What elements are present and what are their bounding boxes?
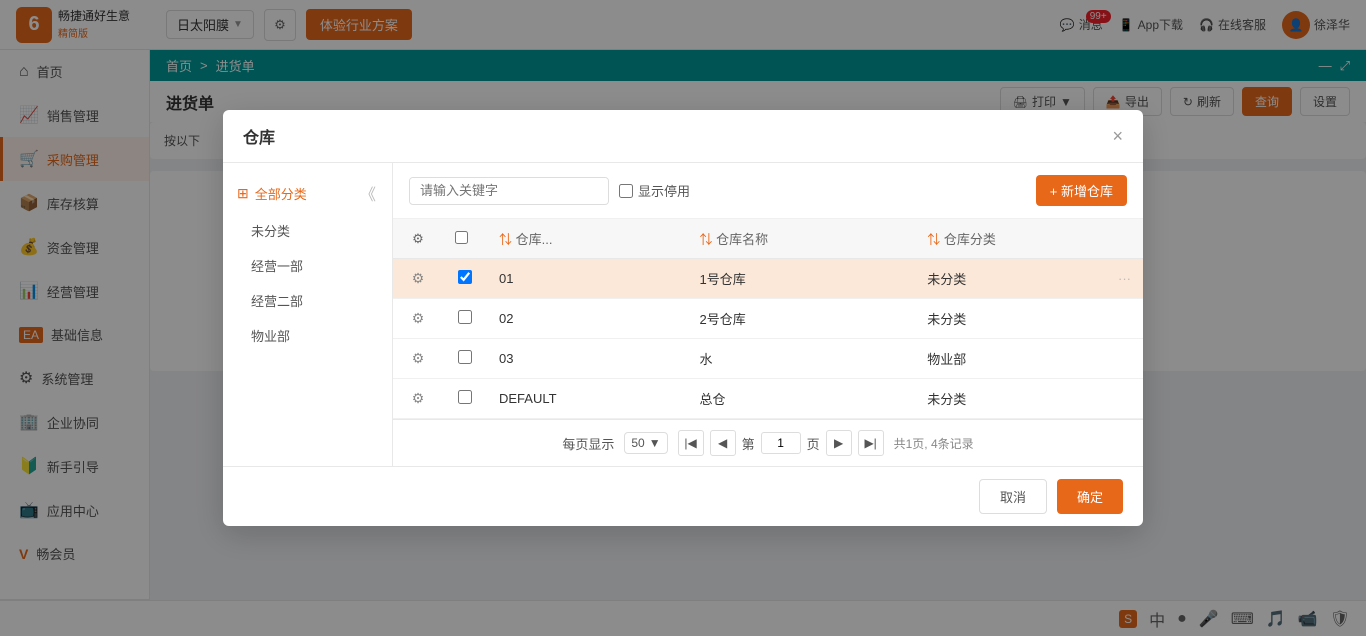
modal-title: 仓库: [243, 124, 275, 148]
row-checkbox[interactable]: [458, 350, 472, 364]
show-disabled-label: 显示停用: [638, 181, 690, 200]
modal-footer: 取消 确定: [223, 466, 1143, 526]
row-category: 未分类: [915, 379, 1143, 418]
row-category: 未分类···: [915, 259, 1143, 298]
category-all-label: 全部分类: [255, 184, 307, 203]
category-all-header[interactable]: ⊞ 全部分类 《: [223, 173, 392, 213]
table-row[interactable]: ⚙ 03 水 物业部: [393, 339, 1143, 379]
page-size-arrow: ▼: [649, 436, 661, 450]
cat-item-2[interactable]: 经营二部: [223, 283, 392, 318]
modal-body: ⊞ 全部分类 《 未分类 经营一部 经营二部 物业部: [223, 163, 1143, 466]
row-checkbox[interactable]: [458, 390, 472, 404]
last-page-button[interactable]: ▶|: [858, 430, 884, 456]
select-all-checkbox[interactable]: [455, 231, 468, 244]
search-icon[interactable]: 🔍: [606, 178, 609, 204]
warehouse-table: ⚙ ⇅ 仓库... ⇅: [393, 219, 1143, 419]
row-checkbox[interactable]: [458, 270, 472, 284]
cat-title-row: ⊞ 全部分类: [237, 184, 307, 203]
page-input[interactable]: [761, 432, 801, 454]
col-gear: ⚙: [393, 219, 443, 259]
row-checkbox-cell: [443, 259, 487, 299]
sort-icon: ⇅: [499, 232, 512, 247]
cat-collapse-icon[interactable]: 《: [356, 181, 380, 205]
category-sidebar: ⊞ 全部分类 《 未分类 经营一部 经营二部 物业部: [223, 163, 393, 466]
show-disabled-row: 显示停用: [619, 181, 690, 200]
table-header: ⚙ ⇅ 仓库... ⇅: [393, 219, 1143, 259]
add-warehouse-button[interactable]: + 新增仓库: [1036, 175, 1127, 206]
col-code-header[interactable]: ⇅ 仓库...: [487, 219, 687, 259]
search-box: 🔍: [409, 177, 609, 205]
col-checkbox-header: [443, 219, 487, 259]
row-code: 01: [487, 259, 687, 299]
row-code: 03: [487, 339, 687, 379]
next-page-button[interactable]: ▶: [826, 430, 852, 456]
page-unit: 页: [807, 434, 820, 453]
name-sort-icon: ⇅: [699, 232, 712, 247]
cancel-button[interactable]: 取消: [979, 479, 1047, 514]
per-page-label: 每页显示: [562, 434, 614, 453]
cat-item-1[interactable]: 经营一部: [223, 248, 392, 283]
table-row[interactable]: ⚙ DEFAULT 总仓 未分类: [393, 379, 1143, 419]
page-total: 共1页, 4条记录: [894, 435, 974, 452]
prev-page-button[interactable]: ◀: [710, 430, 736, 456]
row-gear-cell: ⚙: [393, 259, 443, 299]
row-gear-cell: ⚙: [393, 299, 443, 339]
modal-header: 仓库 ×: [223, 110, 1143, 163]
modal-main-area: 🔍 显示停用 + 新增仓库 ⚙: [393, 163, 1143, 466]
warehouse-data-table: ⚙ ⇅ 仓库... ⇅: [393, 219, 1143, 419]
modal-overlay: 仓库 × ⊞ 全部分类 《 未分类 经营一部: [0, 0, 1366, 636]
row-name: 2号仓库: [687, 299, 915, 339]
modal-pagination: 每页显示 50 ▼ |◀ ◀ 第 页 ▶ ▶| 共1页, 4条记录: [393, 419, 1143, 466]
row-more-btn[interactable]: ···: [1118, 271, 1131, 286]
search-input[interactable]: [410, 178, 606, 203]
table-body: ⚙ 01 1号仓库 未分类··· ⚙ 02 2号仓库 未分类 ⚙ 03 水 物业…: [393, 259, 1143, 419]
page-navigation: |◀ ◀ 第 页 ▶ ▶|: [678, 430, 884, 456]
modal-toolbar: 🔍 显示停用 + 新增仓库: [393, 163, 1143, 219]
row-checkbox-cell: [443, 339, 487, 379]
row-checkbox[interactable]: [458, 310, 472, 324]
page-size-value: 50: [631, 436, 644, 450]
row-gear-cell: ⚙: [393, 339, 443, 379]
confirm-button[interactable]: 确定: [1057, 479, 1123, 514]
table-row[interactable]: ⚙ 01 1号仓库 未分类···: [393, 259, 1143, 299]
cat-item-0[interactable]: 未分类: [223, 213, 392, 248]
row-name: 水: [687, 339, 915, 379]
row-category: 未分类: [915, 299, 1143, 338]
row-name: 总仓: [687, 379, 915, 419]
cat-sort-icon: ⇅: [927, 232, 940, 247]
col-category-header[interactable]: ⇅ 仓库分类: [915, 219, 1143, 259]
warehouse-modal: 仓库 × ⊞ 全部分类 《 未分类 经营一部: [223, 110, 1143, 526]
page-size-selector[interactable]: 50 ▼: [624, 432, 667, 454]
grid-icon: ⊞: [237, 185, 249, 202]
row-code: 02: [487, 299, 687, 339]
row-name: 1号仓库: [687, 259, 915, 299]
show-disabled-checkbox[interactable]: [619, 184, 633, 198]
gear-col-icon: ⚙: [412, 231, 424, 246]
row-code: DEFAULT: [487, 379, 687, 419]
first-page-button[interactable]: |◀: [678, 430, 704, 456]
cat-item-3[interactable]: 物业部: [223, 318, 392, 353]
table-row[interactable]: ⚙ 02 2号仓库 未分类: [393, 299, 1143, 339]
row-gear-cell: ⚙: [393, 379, 443, 419]
row-checkbox-cell: [443, 299, 487, 339]
modal-close-button[interactable]: ×: [1112, 126, 1123, 147]
page-prefix: 第: [742, 434, 755, 453]
row-category: 物业部: [915, 339, 1143, 378]
col-name-header[interactable]: ⇅ 仓库名称: [687, 219, 915, 259]
row-checkbox-cell: [443, 379, 487, 419]
